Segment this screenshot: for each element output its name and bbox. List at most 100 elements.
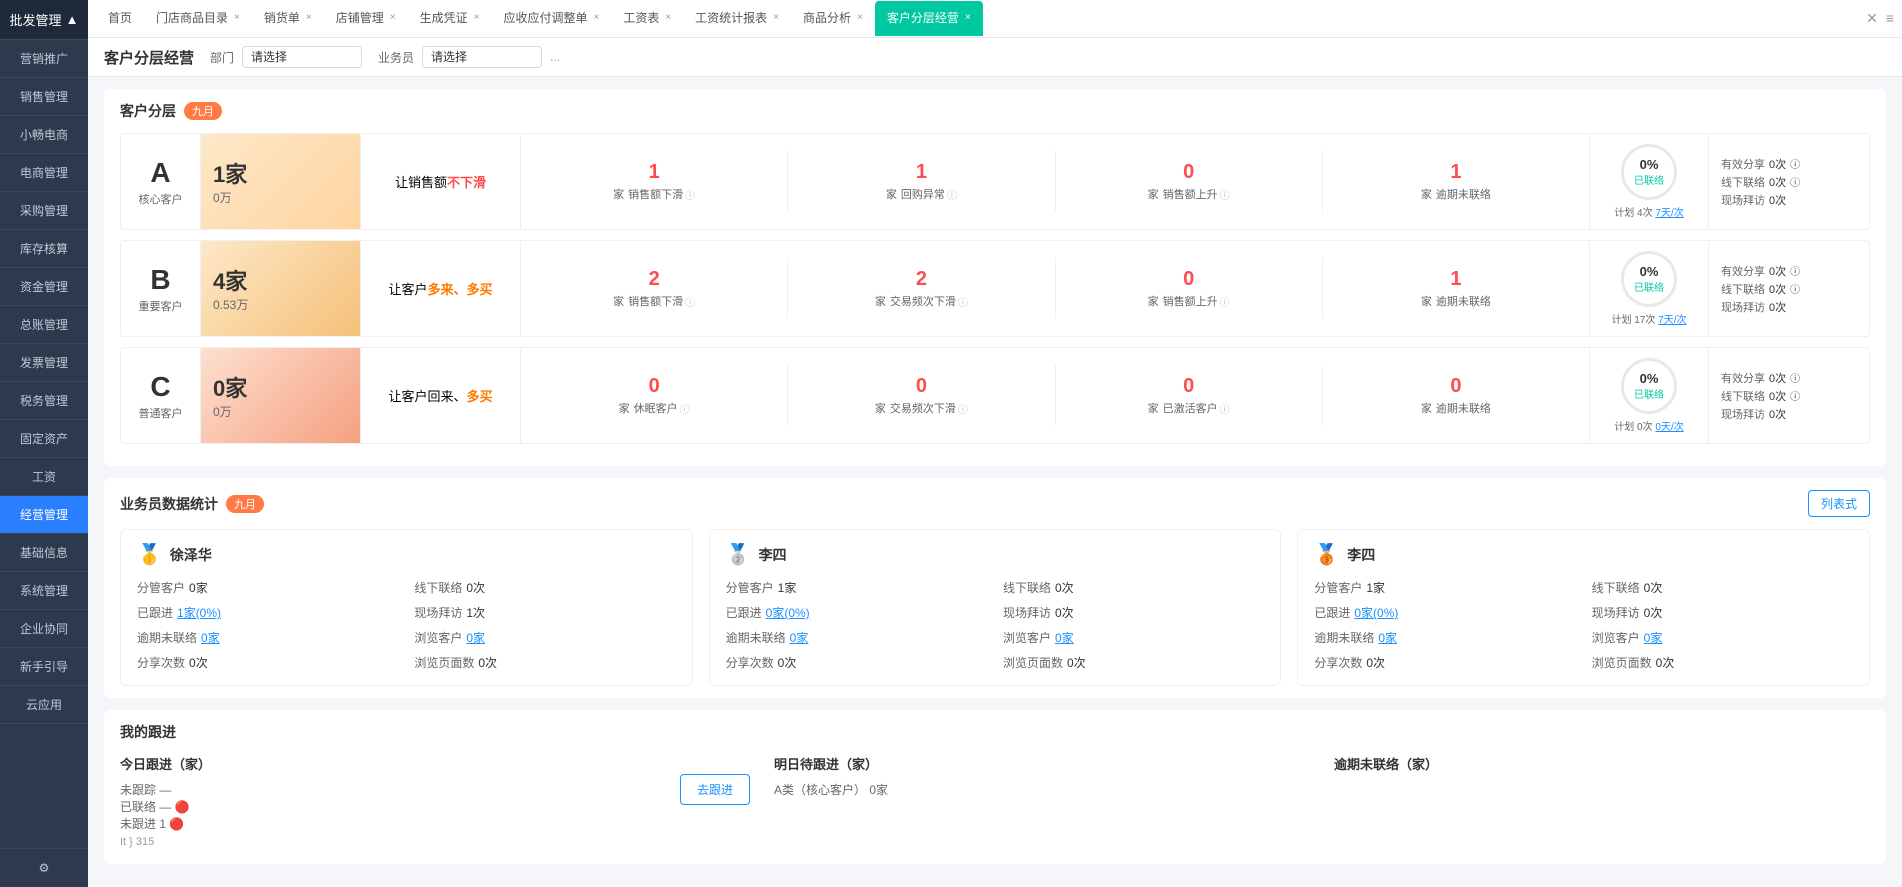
tab-close-customer-tier[interactable]: × <box>965 12 971 23</box>
tier-c-stat-0[interactable]: 0 家休眠客户ⓘ <box>521 365 788 426</box>
follow-section-title: 我的跟进 <box>120 722 176 742</box>
sidebar-item-dianshang[interactable]: 电商管理 <box>0 154 88 192</box>
tier-b-plan-link[interactable]: 7天/次 <box>1658 315 1686 326</box>
sidebar-item-gongzi[interactable]: 工资 <box>0 458 88 496</box>
bottom-note: It } 315 <box>120 832 1870 852</box>
list-view-button[interactable]: 列表式 <box>1808 490 1870 517</box>
tier-a-stat-0-count: 1 <box>649 161 660 184</box>
sidebar-top-item[interactable]: 批发管理 ▲ <box>0 0 88 40</box>
tab-close-product-analysis[interactable]: × <box>857 12 863 23</box>
tier-a-share-info[interactable]: ⓘ <box>1790 156 1800 171</box>
biz-2-left-2: 逾期未联络 0家 <box>1314 627 1575 648</box>
biz-2-left-1-val[interactable]: 0家(0%) <box>1354 604 1398 621</box>
tab-payroll[interactable]: 工资表 × <box>611 1 683 36</box>
tier-a-stat-1-info[interactable]: ⓘ <box>947 187 957 202</box>
biz-stats-section: 业务员数据统计 九月 列表式 🥇 徐泽华 分管客户 0家 <box>104 478 1886 698</box>
tab-product-analysis[interactable]: 商品分析 × <box>791 1 875 36</box>
sidebar-item-zijin[interactable]: 资金管理 <box>0 268 88 306</box>
sidebar-item-fapiao[interactable]: 发票管理 <box>0 344 88 382</box>
sidebar-item-xinshou[interactable]: 新手引导 <box>0 648 88 686</box>
biz-0-left-2-val[interactable]: 0家 <box>201 629 220 646</box>
tier-c-right-1: 线下联络 0次 ⓘ <box>1721 388 1857 404</box>
tier-c-stat-3-label: 家逾期未联络 <box>1421 400 1491 416</box>
follow-tomorrow-title: 明日待跟进（家） <box>774 754 1310 773</box>
tier-a-stat-0-info[interactable]: ⓘ <box>685 187 695 202</box>
tier-c-left: C 普通客户 <box>121 348 201 443</box>
tab-close-sales-order[interactable]: × <box>306 12 312 23</box>
sidebar-item-caigou[interactable]: 采购管理 <box>0 192 88 230</box>
tier-a-stat-2[interactable]: 0 家销售额上升ⓘ <box>1056 151 1323 212</box>
biz-2-right-2-val[interactable]: 0家 <box>1644 629 1663 646</box>
follow-section: 我的跟进 今日跟进（家） 未跟踪 — 已联络 — 🔴 未跟进 1 🔴 去跟进 明… <box>104 710 1886 864</box>
biz-0-left-1-val[interactable]: 1家(0%) <box>177 604 221 621</box>
settings-button[interactable]: ⚙ <box>0 848 88 887</box>
more-filter-btn[interactable]: ... <box>550 50 560 64</box>
tier-c-stat-1[interactable]: 0 家交易频次下滑ⓘ <box>788 365 1055 426</box>
biz-card-1-stats: 分管客户 1家 线下联络 0次 已跟进 0家(0%) 现场拜访 <box>726 577 1265 673</box>
sales-select[interactable]: 请选择 <box>422 46 542 68</box>
sidebar-item-xiaodian[interactable]: 小畅电商 <box>0 116 88 154</box>
sidebar-item-xitong[interactable]: 系统管理 <box>0 572 88 610</box>
biz-2-right-0: 线下联络 0次 <box>1592 577 1853 598</box>
follow-today-stat-contacted: 已联络 — 🔴 <box>120 798 656 815</box>
tab-customer-tier[interactable]: 客户分层经营 × <box>875 1 983 36</box>
tab-close-payroll-report[interactable]: × <box>773 12 779 23</box>
sidebar-item-gudingzichan[interactable]: 固定资产 <box>0 420 88 458</box>
tier-b-stat-1[interactable]: 2 家交易频次下滑ⓘ <box>788 258 1055 319</box>
follow-today-stat-untrack: 未跟踪 — <box>120 781 656 798</box>
tab-close-store-manage[interactable]: × <box>390 12 396 23</box>
goto-follow-button[interactable]: 去跟进 <box>680 774 750 805</box>
biz-2-left-0-val: 1家 <box>1366 579 1385 596</box>
tab-adjustment[interactable]: 应收应付调整单 × <box>491 1 611 36</box>
tab-voucher[interactable]: 生成凭证 × <box>408 1 492 36</box>
biz-2-left-2-val[interactable]: 0家 <box>1378 629 1397 646</box>
biz-0-right-2-val[interactable]: 0家 <box>466 629 485 646</box>
tier-row-b: B 重要客户 4家 0.53万 让客户 多来、多买 2 家销售额下滑ⓘ <box>120 240 1870 337</box>
tab-store-manage[interactable]: 店铺管理 × <box>324 1 408 36</box>
sidebar-item-yingxiao[interactable]: 营销推广 <box>0 40 88 78</box>
tier-a-stat-2-info[interactable]: ⓘ <box>1220 187 1230 202</box>
tier-b-stat-0[interactable]: 2 家销售额下滑ⓘ <box>521 258 788 319</box>
sidebar-item-yun[interactable]: 云应用 <box>0 686 88 724</box>
sidebar-item-xiaoshou[interactable]: 销售管理 <box>0 78 88 116</box>
dept-select[interactable]: 请选择 <box>242 46 362 68</box>
tier-a-contact-plan: 计划 4次 7天/次 <box>1614 204 1683 219</box>
sidebar-item-qiye[interactable]: 企业协同 <box>0 610 88 648</box>
biz-medal-0: 🥇 <box>137 542 162 567</box>
tier-a-stat-0[interactable]: 1 家销售额下滑ⓘ <box>521 151 788 212</box>
biz-1-left-1-val[interactable]: 0家(0%) <box>766 604 810 621</box>
biz-card-2-stats: 分管客户 1家 线下联络 0次 已跟进 0家(0%) 现场拜访 <box>1314 577 1853 673</box>
tier-c-stat-3[interactable]: 0 家逾期未联络 <box>1323 365 1589 426</box>
tab-home[interactable]: 首页 <box>96 1 144 36</box>
tab-close-voucher[interactable]: × <box>474 12 480 23</box>
tier-a-offline-info[interactable]: ⓘ <box>1790 174 1800 189</box>
sidebar-item-jichu[interactable]: 基础信息 <box>0 534 88 572</box>
biz-1-left-0-val: 1家 <box>778 579 797 596</box>
biz-0-left-2: 逾期未联络 0家 <box>137 627 398 648</box>
tier-a-contact-tag: 已联络 <box>1634 172 1664 187</box>
tier-b-stat-3[interactable]: 1 家逾期未联络 <box>1323 258 1589 319</box>
tier-b-amount: 0.53万 <box>213 296 348 313</box>
tab-sales-order[interactable]: 销货单 × <box>252 1 324 36</box>
sidebar-item-kucun[interactable]: 库存核算 <box>0 230 88 268</box>
biz-2-right-3: 浏览页面数 0次 <box>1592 652 1853 673</box>
tier-a-stat-1[interactable]: 1 家回购异常ⓘ <box>788 151 1055 212</box>
follow-today-stats: 未跟踪 — 已联络 — 🔴 未跟进 1 🔴 <box>120 781 656 832</box>
tab-payroll-report[interactable]: 工资统计报表 × <box>683 1 791 36</box>
sidebar-item-zongzhang[interactable]: 总账管理 <box>0 306 88 344</box>
tab-more[interactable]: ≡ <box>1886 10 1894 27</box>
sidebar-item-shuiwu[interactable]: 税务管理 <box>0 382 88 420</box>
tab-close-store-products[interactable]: × <box>234 12 240 23</box>
tier-c-stat-2[interactable]: 0 家已激活客户ⓘ <box>1056 365 1323 426</box>
biz-1-left-2-val[interactable]: 0家 <box>790 629 809 646</box>
tab-store-products[interactable]: 门店商品目录 × <box>144 1 252 36</box>
tab-close-adjustment[interactable]: × <box>593 12 599 23</box>
tier-a-plan-link[interactable]: 7天/次 <box>1655 208 1683 219</box>
tab-close-payroll[interactable]: × <box>665 12 671 23</box>
tier-a-stat-3[interactable]: 1 家逾期未联络 <box>1323 151 1589 212</box>
biz-1-right-2-val[interactable]: 0家 <box>1055 629 1074 646</box>
tier-c-plan-link[interactable]: 0天/次 <box>1655 422 1683 433</box>
sidebar-item-jingying[interactable]: 经营管理 <box>0 496 88 534</box>
tab-close-all[interactable]: ✕ <box>1866 10 1878 27</box>
tier-b-stat-2[interactable]: 0 家销售额上升ⓘ <box>1056 258 1323 319</box>
